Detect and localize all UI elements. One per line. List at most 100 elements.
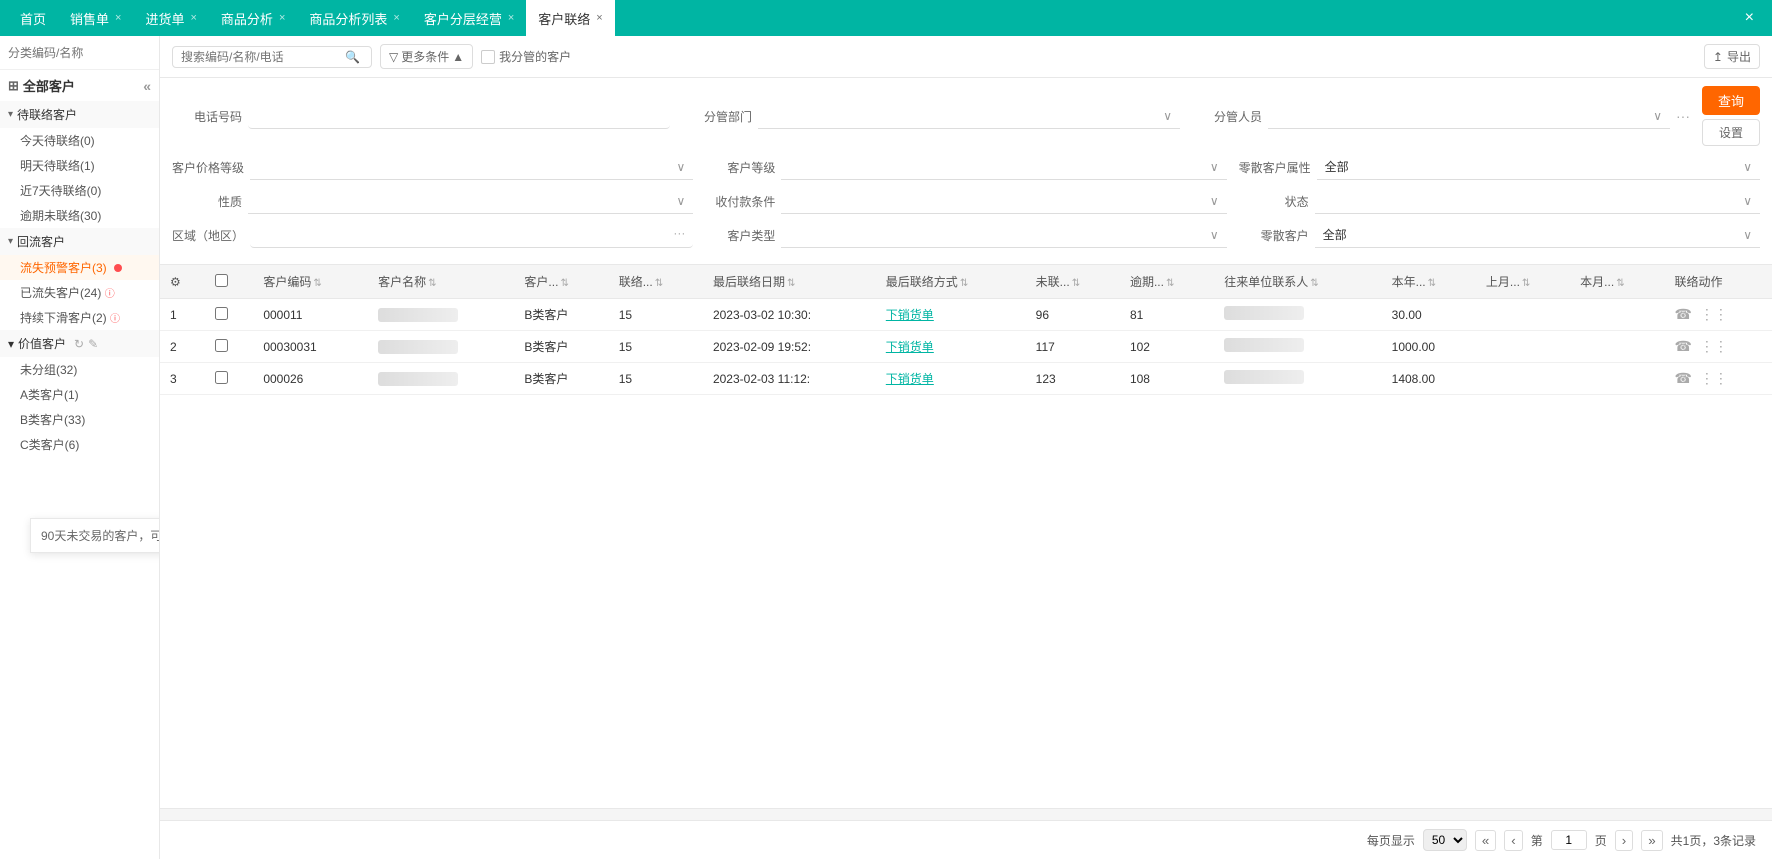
nav-sales-close[interactable]: × — [115, 12, 121, 24]
query-button[interactable]: 查询 — [1702, 86, 1760, 115]
action-message-icon[interactable]: ☎ — [1674, 338, 1691, 355]
sidebar-group-value-header[interactable]: ▾ 价值客户 ↻ ✎ — [0, 330, 159, 357]
col-contact[interactable]: 联络...⇅ — [609, 265, 703, 299]
col-last-month[interactable]: 上月...⇅ — [1476, 265, 1570, 299]
retail-customer-select[interactable]: 全部 ∨ — [1315, 222, 1760, 248]
type-sort-icon: ⇅ — [960, 278, 968, 289]
sidebar-item-today[interactable]: 今天待联络(0) — [0, 128, 159, 153]
sidebar-item-class-a[interactable]: A类客户(1) — [0, 382, 159, 407]
level-select[interactable]: ∨ — [781, 154, 1226, 180]
cell-checkbox[interactable] — [205, 363, 253, 395]
sidebar-collapse-icon[interactable]: « — [143, 78, 151, 94]
sidebar-search-input[interactable] — [8, 46, 160, 60]
page-number-input[interactable] — [1551, 830, 1587, 850]
sidebar-item-already-lost[interactable]: 已流失客户(24) ⓘ — [0, 280, 159, 305]
customer-type-select[interactable]: ∨ — [781, 222, 1226, 248]
next-page-button[interactable]: › — [1615, 830, 1633, 851]
col-name[interactable]: 客户名称⇅ — [368, 265, 514, 299]
horizontal-scrollbar[interactable] — [160, 808, 1772, 820]
col-code[interactable]: 客户编码⇅ — [253, 265, 368, 299]
nav-customer-tier[interactable]: 客户分层经营 × — [412, 0, 526, 36]
value-refresh-icon[interactable]: ↻ — [74, 337, 84, 351]
row-checkbox[interactable] — [215, 307, 228, 320]
sidebar-item-ungroup[interactable]: 未分组(32) — [0, 357, 159, 382]
sidebar-item-class-c[interactable]: C类客户(6) — [0, 432, 159, 457]
pagination-area: 每页显示 50 « ‹ 第 页 › » 共1页，3条记录 — [160, 820, 1772, 859]
sidebar-item-returning[interactable]: 持续下滑客户(2) ⓘ — [0, 305, 159, 330]
nature-select[interactable]: ∨ — [248, 188, 693, 214]
sidebar-group-pending-header[interactable]: ▾ 待联络客户 — [0, 101, 159, 128]
table-row: 2 00030031 B类客户 15 2023-02-09 19:52: 下销货… — [160, 331, 1772, 363]
my-customers-toggle[interactable]: 我分管的客户 — [481, 48, 571, 65]
cell-last-contact-type[interactable]: 下销货单 — [876, 331, 1026, 363]
checkbox-icon[interactable] — [481, 50, 495, 64]
price-level-select[interactable]: ∨ — [250, 154, 693, 180]
window-close-button[interactable]: × — [1735, 9, 1764, 27]
price-level-label: 客户价格等级 — [172, 159, 244, 176]
action-more-icon[interactable]: ⋮⋮ — [1700, 306, 1728, 323]
region-input[interactable]: ··· — [250, 222, 693, 248]
more-conditions-button[interactable]: ▽ 更多条件 ▲ — [380, 44, 473, 69]
grid-icon: ⊞ — [8, 78, 19, 94]
sidebar-item-class-b[interactable]: B类客户(33) — [0, 407, 159, 432]
nav-sales[interactable]: 销售单 × — [58, 0, 133, 36]
first-page-button[interactable]: « — [1475, 830, 1496, 851]
nav-analysis-close[interactable]: × — [279, 12, 285, 24]
sidebar-item-week[interactable]: 近7天待联络(0) — [0, 178, 159, 203]
cell-checkbox[interactable] — [205, 299, 253, 331]
select-all-checkbox[interactable] — [215, 274, 228, 287]
contact-type-link[interactable]: 下销货单 — [886, 308, 934, 322]
cell-checkbox[interactable] — [205, 331, 253, 363]
col-this-year[interactable]: 本年...⇅ — [1382, 265, 1476, 299]
main-search-input[interactable] — [181, 50, 341, 64]
phone-input[interactable] — [248, 103, 670, 129]
main-search-icon[interactable]: 🔍 — [345, 50, 360, 64]
nav-customer-contact-close[interactable]: × — [596, 12, 602, 24]
sidebar-item-overdue[interactable]: 逾期未联络(30) — [0, 203, 159, 228]
action-more-icon[interactable]: ⋮⋮ — [1700, 370, 1728, 387]
col-checkbox[interactable] — [205, 265, 253, 299]
nav-customer-tier-close[interactable]: × — [508, 12, 514, 24]
col-last-contact-type[interactable]: 最后联络方式⇅ — [876, 265, 1026, 299]
action-message-icon[interactable]: ☎ — [1674, 306, 1691, 323]
status-select[interactable]: ∨ — [1315, 188, 1760, 214]
nav-analysis[interactable]: 商品分析 × — [209, 0, 297, 36]
per-page-select[interactable]: 50 — [1423, 829, 1467, 851]
prev-page-button[interactable]: ‹ — [1504, 830, 1522, 851]
payment-select[interactable]: ∨ — [781, 188, 1226, 214]
retail-attr-select[interactable]: 全部 ∨ — [1317, 154, 1760, 180]
value-edit-icon[interactable]: ✎ — [88, 337, 98, 351]
contact-type-link[interactable]: 下销货单 — [886, 340, 934, 354]
nav-customer-contact[interactable]: 客户联络 × — [526, 0, 614, 36]
nav-purchase[interactable]: 进货单 × — [133, 0, 208, 36]
cell-last-contact-type[interactable]: 下销货单 — [876, 299, 1026, 331]
manager-select[interactable]: ∨ — [1268, 103, 1670, 129]
dept-select[interactable]: ∨ — [758, 103, 1180, 129]
manager-more-icon[interactable]: ··· — [1676, 108, 1690, 124]
sidebar-all-customers[interactable]: ⊞ 全部客户 « — [0, 70, 159, 101]
col-unit-contacts[interactable]: 往来单位联系人⇅ — [1214, 265, 1381, 299]
sidebar-group-lost-header[interactable]: ▾ 回流客户 — [0, 228, 159, 255]
col-settings[interactable]: ⚙ — [160, 265, 205, 299]
cell-last-contact-type[interactable]: 下销货单 — [876, 363, 1026, 395]
nav-purchase-close[interactable]: × — [190, 12, 196, 24]
col-overdue[interactable]: 逾期...⇅ — [1120, 265, 1214, 299]
col-this-month[interactable]: 本月...⇅ — [1570, 265, 1664, 299]
col-no-contact[interactable]: 未联...⇅ — [1026, 265, 1120, 299]
last-page-button[interactable]: » — [1641, 830, 1662, 851]
nav-analysis-list-close[interactable]: × — [393, 12, 399, 24]
nav-home[interactable]: 首页 — [8, 0, 58, 36]
settings-button[interactable]: 设置 — [1702, 119, 1760, 146]
export-button[interactable]: ↥ 导出 — [1704, 44, 1760, 69]
contact-type-link[interactable]: 下销货单 — [886, 372, 934, 386]
action-more-icon[interactable]: ⋮⋮ — [1700, 338, 1728, 355]
sidebar-item-lost-warning[interactable]: 流失预警客户(3) — [0, 255, 159, 280]
row-checkbox[interactable] — [215, 339, 228, 352]
col-level[interactable]: 客户...⇅ — [514, 265, 608, 299]
action-message-icon[interactable]: ☎ — [1674, 370, 1691, 387]
nav-analysis-list[interactable]: 商品分析列表 × — [297, 0, 411, 36]
row-checkbox[interactable] — [215, 371, 228, 384]
sidebar-item-tomorrow[interactable]: 明天待联络(1) — [0, 153, 159, 178]
col-last-contact-date[interactable]: 最后联络日期⇅ — [703, 265, 876, 299]
region-label: 区域（地区） — [172, 227, 244, 244]
